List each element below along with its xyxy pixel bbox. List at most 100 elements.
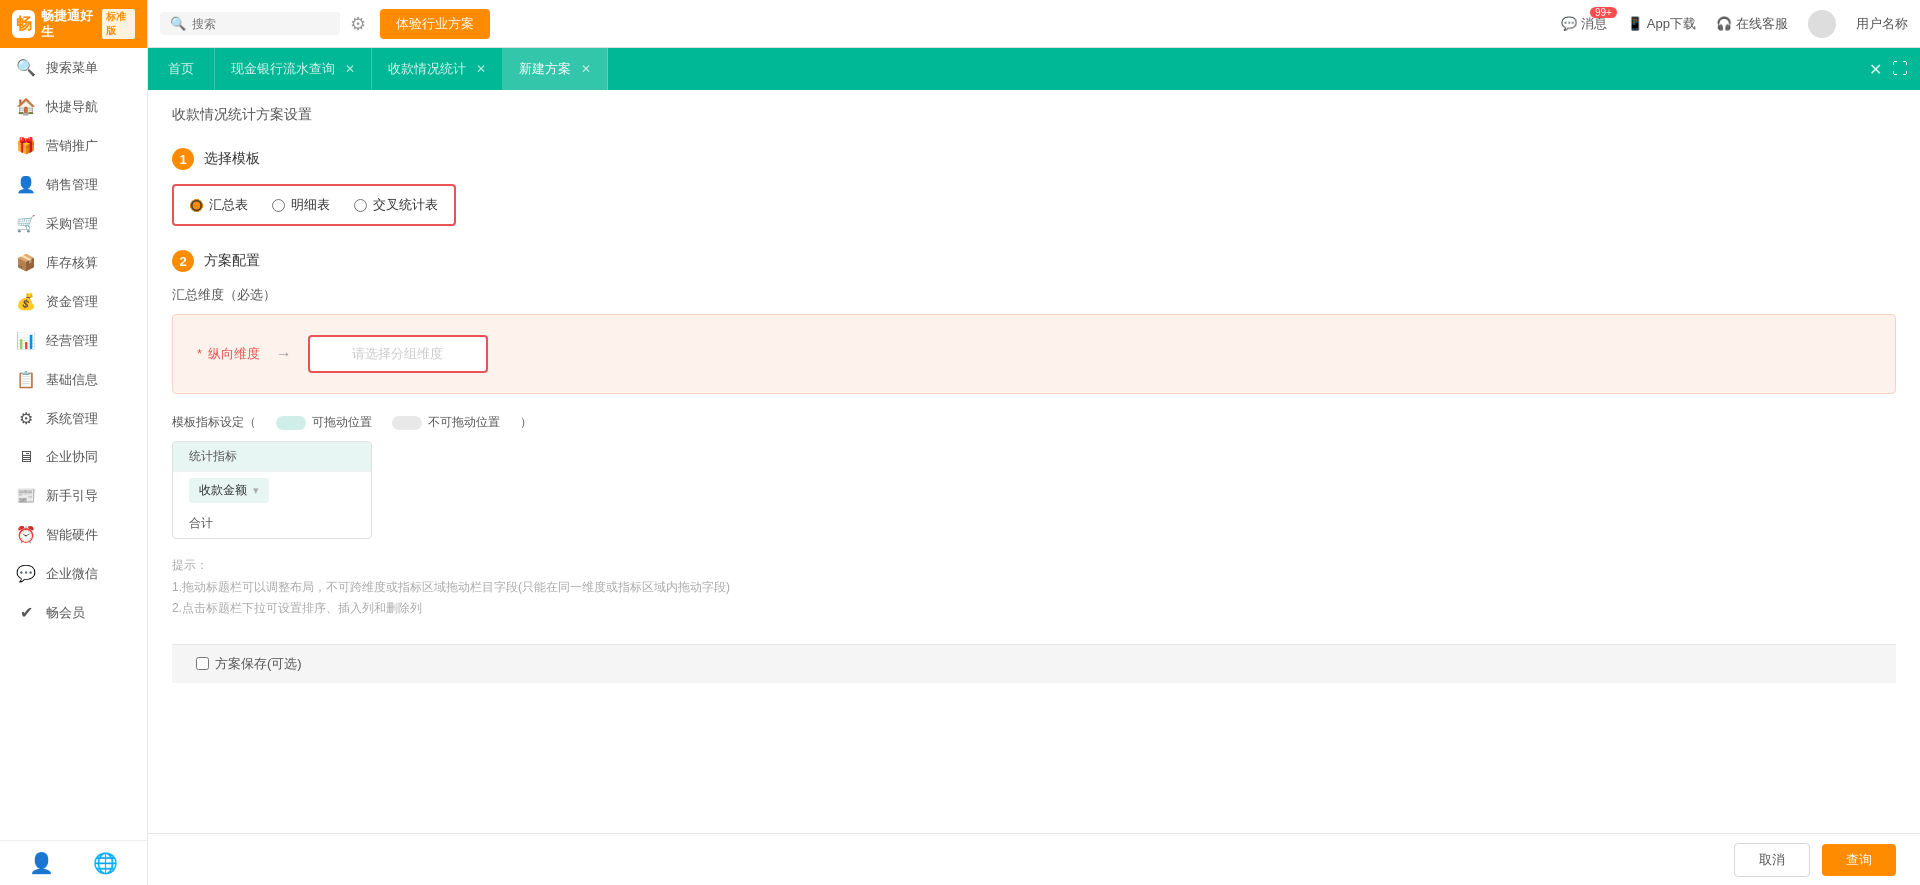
- tab-home-label: 首页: [168, 60, 194, 78]
- search-input[interactable]: [192, 17, 330, 31]
- sidebar-item-newbie[interactable]: 📰 新手引导: [0, 476, 147, 515]
- step1-number: 1: [172, 148, 194, 170]
- tab-bank-flow-close[interactable]: ✕: [345, 62, 355, 76]
- message-icon: 💬: [1561, 16, 1577, 31]
- sidebar-item-label-purchase: 采购管理: [46, 215, 98, 233]
- sidebar-item-label-quick-nav: 快捷导航: [46, 98, 98, 116]
- metric-tag-amount[interactable]: 收款金额 ▾: [189, 478, 269, 503]
- search-box[interactable]: 🔍: [160, 12, 340, 35]
- sidebar-item-label-sales: 销售管理: [46, 176, 98, 194]
- edition-badge: 标准版: [102, 9, 135, 39]
- dimension-area: * 纵向维度 → 请选择分组维度: [172, 314, 1896, 394]
- sidebar-item-member[interactable]: ✔ 畅会员: [0, 593, 147, 632]
- topbar-right: 💬 消息 99+ 📱 App下载 🎧 在线客服 用户名称: [1561, 10, 1908, 38]
- gear-icon[interactable]: ⚙: [350, 13, 366, 35]
- user-avatar-icon[interactable]: 👤: [29, 851, 54, 875]
- radio-summary-label[interactable]: 汇总表: [209, 196, 248, 214]
- sidebar-item-search-menu[interactable]: 🔍 搜索菜单: [0, 48, 147, 87]
- main-area: 🔍 ⚙ 体验行业方案 💬 消息 99+ 📱 App下载 🎧 在线客服 用户名称: [148, 0, 1920, 885]
- save-label: 方案保存(可选): [215, 655, 302, 673]
- sidebar-logo: 畅 畅捷通好生 标准版: [0, 0, 147, 48]
- hints: 提示： 1.拖动标题栏可以调整布局，不可跨维度或指标区域拖动栏目字段(只能在同一…: [172, 555, 1896, 620]
- step2-section: 2 方案配置 汇总维度（必选） * 纵向维度 → 请选择分组维度: [172, 250, 1896, 620]
- tab-expand-icon[interactable]: ⛶: [1892, 60, 1908, 78]
- hint1: 1.拖动标题栏可以调整布局，不可跨维度或指标区域拖动栏目字段(只能在同一维度或指…: [172, 577, 1896, 599]
- service-icon: 🎧: [1716, 16, 1732, 31]
- radio-cross-input[interactable]: [354, 199, 367, 212]
- tabbar: 首页 现金银行流水查询 ✕ 收款情况统计 ✕ 新建方案 ✕ ✕ ⛶: [148, 48, 1920, 90]
- member-icon: ✔: [16, 603, 36, 622]
- radio-cross-label[interactable]: 交叉统计表: [373, 196, 438, 214]
- chevron-down-icon: ▾: [253, 484, 259, 497]
- step1-section: 1 选择模板 汇总表 明细表 交叉统计表: [172, 148, 1896, 226]
- radio-detail-input[interactable]: [272, 199, 285, 212]
- metric-table-header: 统计指标: [173, 442, 371, 471]
- trial-button[interactable]: 体验行业方案: [380, 9, 490, 39]
- sidebar-item-operations[interactable]: 📊 经营管理: [0, 321, 147, 360]
- system-icon: ⚙: [16, 409, 36, 428]
- tab-close-all-icon[interactable]: ✕: [1869, 60, 1882, 79]
- avatar[interactable]: [1808, 10, 1836, 38]
- sidebar-item-quick-nav[interactable]: 🏠 快捷导航: [0, 87, 147, 126]
- legend-close-paren: ）: [520, 414, 532, 431]
- cancel-button[interactable]: 取消: [1734, 843, 1810, 877]
- sidebar-item-sales[interactable]: 👤 销售管理: [0, 165, 147, 204]
- metric-legend: 模板指标设定（ 可拖动位置 不可拖动位置 ）: [172, 414, 1896, 431]
- sidebar-item-wechat[interactable]: 💬 企业微信: [0, 554, 147, 593]
- tab-receipt-stats-close[interactable]: ✕: [476, 62, 486, 76]
- dimension-row: * 纵向维度 → 请选择分组维度: [197, 335, 1871, 373]
- sidebar-item-label-marketing: 营销推广: [46, 137, 98, 155]
- username: 用户名称: [1856, 15, 1908, 33]
- tab-receipt-stats[interactable]: 收款情况统计 ✕: [372, 48, 503, 90]
- capital-icon: 💰: [16, 292, 36, 311]
- template-select-box: 汇总表 明细表 交叉统计表: [172, 184, 456, 226]
- sidebar-item-marketing[interactable]: 🎁 营销推广: [0, 126, 147, 165]
- message-btn[interactable]: 💬 消息 99+: [1561, 15, 1607, 33]
- legend-movable: 可拖动位置: [276, 414, 372, 431]
- sidebar-item-capital[interactable]: 💰 资金管理: [0, 282, 147, 321]
- tab-receipt-stats-label: 收款情况统计: [388, 60, 466, 78]
- sidebar-item-label-newbie: 新手引导: [46, 487, 98, 505]
- sidebar-item-purchase[interactable]: 🛒 采购管理: [0, 204, 147, 243]
- radio-cross[interactable]: 交叉统计表: [354, 196, 438, 214]
- tab-new-plan[interactable]: 新建方案 ✕: [503, 48, 608, 90]
- app-download-btn[interactable]: 📱 App下载: [1627, 15, 1696, 33]
- sidebar-item-hardware[interactable]: ⏰ 智能硬件: [0, 515, 147, 554]
- tab-bank-flow[interactable]: 现金银行流水查询 ✕: [215, 48, 372, 90]
- metric-amount-label: 收款金额: [199, 482, 247, 499]
- dimension-select-dropdown[interactable]: 请选择分组维度: [308, 335, 488, 373]
- service-btn[interactable]: 🎧 在线客服: [1716, 15, 1788, 33]
- tab-new-plan-close[interactable]: ✕: [581, 62, 591, 76]
- query-button[interactable]: 查询: [1822, 844, 1896, 876]
- app-icon: 📱: [1627, 16, 1643, 31]
- radio-detail-label[interactable]: 明细表: [291, 196, 330, 214]
- sidebar-bottom: 👤 🌐: [0, 840, 147, 885]
- home-icon: 🏠: [16, 97, 36, 116]
- sidebar-item-label-member: 畅会员: [46, 604, 85, 622]
- inventory-icon: 📦: [16, 253, 36, 272]
- sidebar-item-label-operations: 经营管理: [46, 332, 98, 350]
- sidebar-item-system[interactable]: ⚙ 系统管理: [0, 399, 147, 438]
- radio-summary-input[interactable]: [190, 199, 203, 212]
- summary-dimension-label: 汇总维度（必选）: [172, 286, 1896, 304]
- newbie-icon: 📰: [16, 486, 36, 505]
- fixed-label: 不可拖动位置: [428, 414, 500, 431]
- message-badge: 99+: [1590, 7, 1617, 18]
- marketing-icon: 🎁: [16, 136, 36, 155]
- step1-title: 选择模板: [204, 150, 260, 168]
- globe-icon[interactable]: 🌐: [93, 851, 118, 875]
- radio-detail[interactable]: 明细表: [272, 196, 330, 214]
- hint-label: 提示：: [172, 558, 208, 572]
- basic-icon: 📋: [16, 370, 36, 389]
- logo-text: 畅捷通好生: [41, 8, 95, 39]
- tabbar-controls: ✕ ⛶: [1857, 48, 1920, 90]
- save-checkbox[interactable]: [196, 657, 209, 670]
- movable-label: 可拖动位置: [312, 414, 372, 431]
- sidebar-item-label-system: 系统管理: [46, 410, 98, 428]
- sidebar-item-inventory[interactable]: 📦 库存核算: [0, 243, 147, 282]
- tab-home[interactable]: 首页: [148, 48, 215, 90]
- radio-summary[interactable]: 汇总表: [190, 196, 248, 214]
- sidebar-item-basic[interactable]: 📋 基础信息: [0, 360, 147, 399]
- save-checkbox-label[interactable]: 方案保存(可选): [196, 655, 1872, 673]
- sidebar-item-enterprise[interactable]: 🖥 企业协同: [0, 438, 147, 476]
